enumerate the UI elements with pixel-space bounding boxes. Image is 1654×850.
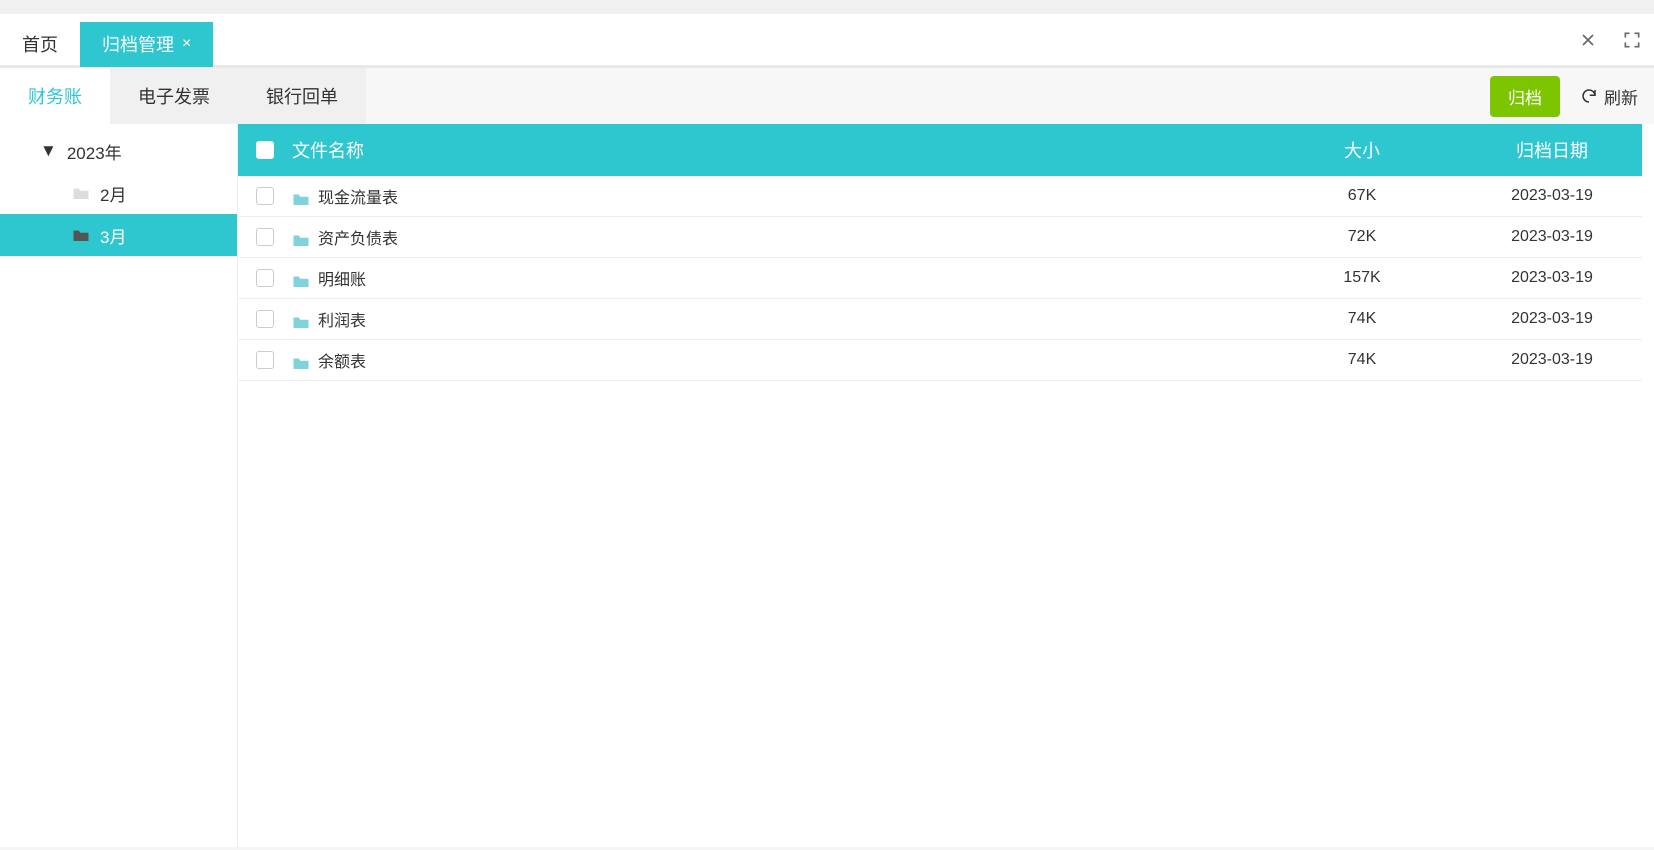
table-row[interactable]: 余额表 74K2023-03-19 <box>238 340 1642 381</box>
file-date: 2023-03-19 <box>1462 269 1642 287</box>
main: ▼ 2023年 2月 3月 文件名称 大小 归档日期 现金流量表67K2023-… <box>0 124 1654 847</box>
sidebar: ▼ 2023年 2月 3月 <box>0 124 238 847</box>
chevron-down-icon: ▼ <box>40 141 57 161</box>
file-date: 2023-03-19 <box>1462 310 1642 328</box>
file-size: 74K <box>1262 351 1462 369</box>
tab-archive-label: 归档管理 <box>102 31 174 57</box>
tree-month-3-label: 3月 <box>100 223 126 248</box>
folder-icon <box>72 185 90 201</box>
file-name: 明细账 <box>318 272 366 289</box>
col-header-size: 大小 <box>1262 137 1462 163</box>
table-row[interactable]: 资产负债表 72K2023-03-19 <box>238 217 1642 258</box>
table-header: 文件名称 大小 归档日期 <box>238 124 1642 176</box>
col-header-date: 归档日期 <box>1462 137 1642 163</box>
subtab-bank[interactable]: 银行回单 <box>238 68 366 124</box>
file-date: 2023-03-19 <box>1462 351 1642 369</box>
table-body: 现金流量表67K2023-03-19资产负债表72K2023-03-19明细账1… <box>238 176 1642 381</box>
col-header-name: 文件名称 <box>292 137 1262 163</box>
refresh-label: 刷新 <box>1604 84 1638 109</box>
subtab-einvoice-label: 电子发票 <box>138 83 210 109</box>
close-icon <box>1578 30 1598 50</box>
row-checkbox[interactable] <box>256 351 274 369</box>
file-icon <box>292 191 310 207</box>
file-icon <box>292 355 310 371</box>
fullscreen-button[interactable] <box>1610 18 1654 62</box>
folder-icon <box>72 227 90 243</box>
tree-month-2[interactable]: 2月 <box>0 172 237 214</box>
table-row[interactable]: 利润表 74K2023-03-19 <box>238 299 1642 340</box>
refresh-icon <box>1580 87 1598 105</box>
toolbar: 财务账 电子发票 银行回单 归档 刷新 <box>0 68 1654 124</box>
file-size: 157K <box>1262 269 1462 287</box>
tree-month-2-label: 2月 <box>100 181 126 206</box>
close-icon[interactable]: × <box>182 35 191 53</box>
subtab-einvoice[interactable]: 电子发票 <box>110 68 238 124</box>
refresh-button[interactable]: 刷新 <box>1580 84 1638 109</box>
close-tabs-button[interactable] <box>1566 18 1610 62</box>
archive-button[interactable]: 归档 <box>1490 76 1560 117</box>
row-checkbox[interactable] <box>256 269 274 287</box>
tab-archive[interactable]: 归档管理 × <box>80 22 213 67</box>
select-all-checkbox[interactable] <box>256 141 274 159</box>
row-checkbox[interactable] <box>256 187 274 205</box>
file-name: 余额表 <box>318 354 366 371</box>
subtab-bank-label: 银行回单 <box>266 83 338 109</box>
table-row[interactable]: 现金流量表 67K2023-03-19 <box>238 176 1642 217</box>
table-row[interactable]: 明细账 157K2023-03-19 <box>238 258 1642 299</box>
tree-year[interactable]: ▼ 2023年 <box>0 130 237 172</box>
file-name: 利润表 <box>318 313 366 330</box>
subtab-finance-label: 财务账 <box>28 83 82 109</box>
tab-home[interactable]: 首页 <box>0 22 80 67</box>
file-icon <box>292 314 310 330</box>
file-size: 67K <box>1262 187 1462 205</box>
subtab-finance[interactable]: 财务账 <box>0 68 110 124</box>
file-size: 74K <box>1262 310 1462 328</box>
file-name: 资产负债表 <box>318 231 398 248</box>
fullscreen-icon <box>1622 30 1642 50</box>
file-name: 现金流量表 <box>318 190 398 207</box>
file-icon <box>292 273 310 289</box>
tree-year-label: 2023年 <box>67 139 122 164</box>
content: 文件名称 大小 归档日期 现金流量表67K2023-03-19资产负债表72K2… <box>238 124 1654 847</box>
tree-month-3[interactable]: 3月 <box>0 214 237 256</box>
row-checkbox[interactable] <box>256 310 274 328</box>
row-checkbox[interactable] <box>256 228 274 246</box>
file-date: 2023-03-19 <box>1462 228 1642 246</box>
file-date: 2023-03-19 <box>1462 187 1642 205</box>
file-size: 72K <box>1262 228 1462 246</box>
top-strip <box>0 0 1654 14</box>
tab-home-label: 首页 <box>22 31 58 57</box>
tab-bar: 首页 归档管理 × <box>0 14 1654 68</box>
file-icon <box>292 232 310 248</box>
